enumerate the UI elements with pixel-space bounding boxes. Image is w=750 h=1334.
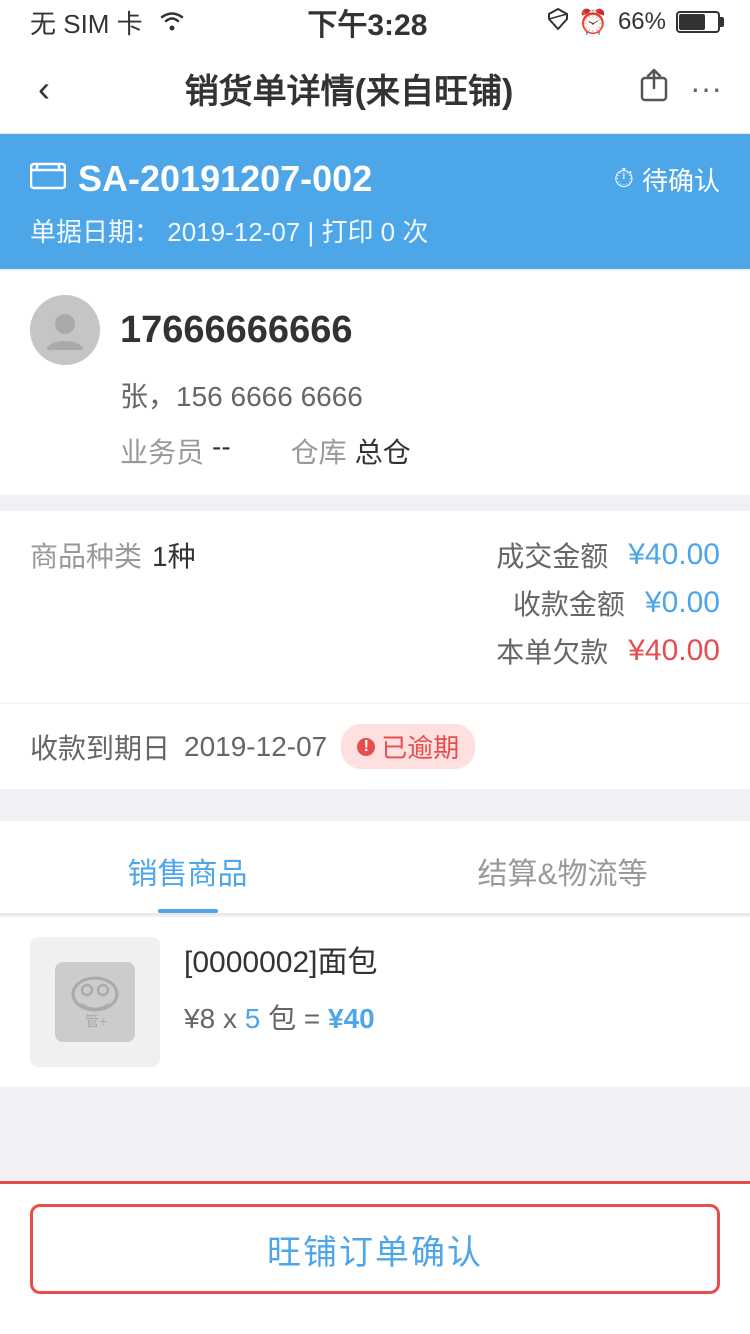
overdue-text: 已逾期 xyxy=(381,728,459,765)
overdue-badge: ! 已逾期 xyxy=(341,724,475,769)
summary-left: 商品种类 1种 xyxy=(30,535,196,575)
deal-amount-label: 成交金额 xyxy=(496,535,608,575)
salesperson-value: -- xyxy=(212,431,231,471)
customer-section: 17666666666 张，156 6666 6666 业务员 -- 仓库 总仓 xyxy=(0,271,750,495)
warning-icon: ! xyxy=(357,738,375,756)
status-bar: 无 SIM 卡 下午3:28 ⏰ 66% xyxy=(0,0,750,44)
status-right: ⏰ 66% xyxy=(548,8,720,37)
product-code: [0000002] xyxy=(184,946,317,979)
product-name-text: 面包 xyxy=(317,946,377,979)
tab-sales-product-label: 销售商品 xyxy=(128,858,248,891)
battery-text: 66% xyxy=(618,8,666,36)
battery-icon xyxy=(676,11,720,33)
order-id: SA-20191207-002 xyxy=(30,158,372,200)
carrier-text: 无 SIM 卡 xyxy=(30,4,143,41)
print-info: | 打印 0 次 xyxy=(307,217,428,247)
product-info: [0000002]面包 ¥8 x 5 包 = ¥40 xyxy=(184,937,720,1037)
customer-meta: 业务员 -- 仓库 总仓 xyxy=(120,431,720,471)
customer-row: 17666666666 xyxy=(30,295,720,365)
tab-settlement-label: 结算&物流等 xyxy=(477,858,647,891)
summary-section: 商品种类 1种 成交金额 ¥40.00 收款金额 ¥0.00 本单欠款 ¥40.… xyxy=(0,511,750,703)
price-value: ¥8 xyxy=(184,1003,215,1034)
status-time: 下午3:28 xyxy=(307,0,427,44)
product-price: ¥8 x 5 包 = ¥40 xyxy=(184,997,720,1037)
due-section: 收款到期日 2019-12-07 ! 已逾期 xyxy=(0,703,750,789)
order-number: SA-20191207-002 xyxy=(78,158,372,200)
tabs-section: 销售商品 结算&物流等 xyxy=(0,821,750,915)
divider-1 xyxy=(0,495,750,511)
salesperson-label: 业务员 xyxy=(120,431,204,471)
equals-sign: = xyxy=(304,1003,320,1034)
confirm-order-button[interactable]: 旺铺订单确认 xyxy=(30,1204,720,1294)
customer-phone: 17666666666 xyxy=(120,309,352,352)
order-id-row: SA-20191207-002 ⏱ 待确认 xyxy=(30,158,720,200)
collection-amount-label: 收款金额 xyxy=(513,583,625,623)
product-unit: 包 xyxy=(268,1003,296,1034)
bottom-button-wrapper: 旺铺订单确认 xyxy=(0,1181,750,1334)
deal-amount: ¥40.00 xyxy=(628,538,720,572)
product-logo: 管+ xyxy=(55,962,135,1042)
product-name: [0000002]面包 xyxy=(184,937,720,981)
product-qty: 5 xyxy=(245,1003,261,1034)
customer-name: 张，156 6666 6666 xyxy=(120,375,720,415)
order-id-icon xyxy=(30,158,66,200)
product-section: 管+ [0000002]面包 ¥8 x 5 包 = ¥40 xyxy=(0,917,750,1087)
due-date-value: 2019-12-07 xyxy=(184,731,327,763)
date-label: 单据日期： xyxy=(30,217,160,247)
avatar xyxy=(30,295,100,365)
nav-actions: ··· xyxy=(638,68,722,110)
svg-text:管+: 管+ xyxy=(85,1013,107,1029)
product-total: ¥40 xyxy=(328,1003,375,1034)
order-date: 2019-12-07 xyxy=(167,217,300,247)
deal-amount-row: 成交金额 ¥40.00 xyxy=(496,535,720,575)
wifi-icon xyxy=(157,7,187,38)
kinds-value: 1种 xyxy=(152,535,196,575)
owed-amount: ¥40.00 xyxy=(628,634,720,668)
order-header: SA-20191207-002 ⏱ 待确认 单据日期： 2019-12-07 |… xyxy=(0,134,750,269)
multiply-sign: x xyxy=(223,1003,237,1034)
share-button[interactable] xyxy=(638,68,670,110)
tab-sales-product[interactable]: 销售商品 xyxy=(0,821,375,913)
product-thumbnail: 管+ xyxy=(30,937,160,1067)
owed-amount-label: 本单欠款 xyxy=(496,631,608,671)
status-badge: ⏱ 待确认 xyxy=(614,161,720,198)
location-icon xyxy=(548,8,568,37)
owed-amount-row: 本单欠款 ¥40.00 xyxy=(496,631,720,671)
order-date-row: 单据日期： 2019-12-07 | 打印 0 次 xyxy=(30,212,720,249)
salesperson-item: 业务员 -- xyxy=(120,431,231,471)
warehouse-value: 总仓 xyxy=(355,431,411,471)
more-button[interactable]: ··· xyxy=(690,70,722,107)
status-clock-icon: ⏱ xyxy=(614,163,634,195)
due-date-label: 收款到期日 xyxy=(30,727,170,767)
warehouse-label: 仓库 xyxy=(291,431,347,471)
status-text: 待确认 xyxy=(642,161,720,198)
status-left: 无 SIM 卡 xyxy=(30,4,187,41)
page-title: 销货单详情(来自旺铺) xyxy=(185,64,514,113)
kinds-label: 商品种类 xyxy=(30,535,142,575)
nav-bar: ‹ 销货单详情(来自旺铺) ··· xyxy=(0,44,750,134)
warehouse-item: 仓库 总仓 xyxy=(291,431,411,471)
collection-amount: ¥0.00 xyxy=(645,586,720,620)
alarm-icon: ⏰ xyxy=(578,8,608,37)
divider-2 xyxy=(0,789,750,805)
tab-settlement[interactable]: 结算&物流等 xyxy=(375,821,750,913)
back-button[interactable]: ‹ xyxy=(28,58,60,120)
collection-amount-row: 收款金额 ¥0.00 xyxy=(496,583,720,623)
summary-kinds: 商品种类 1种 xyxy=(30,535,196,575)
summary-right: 成交金额 ¥40.00 收款金额 ¥0.00 本单欠款 ¥40.00 xyxy=(496,535,720,679)
